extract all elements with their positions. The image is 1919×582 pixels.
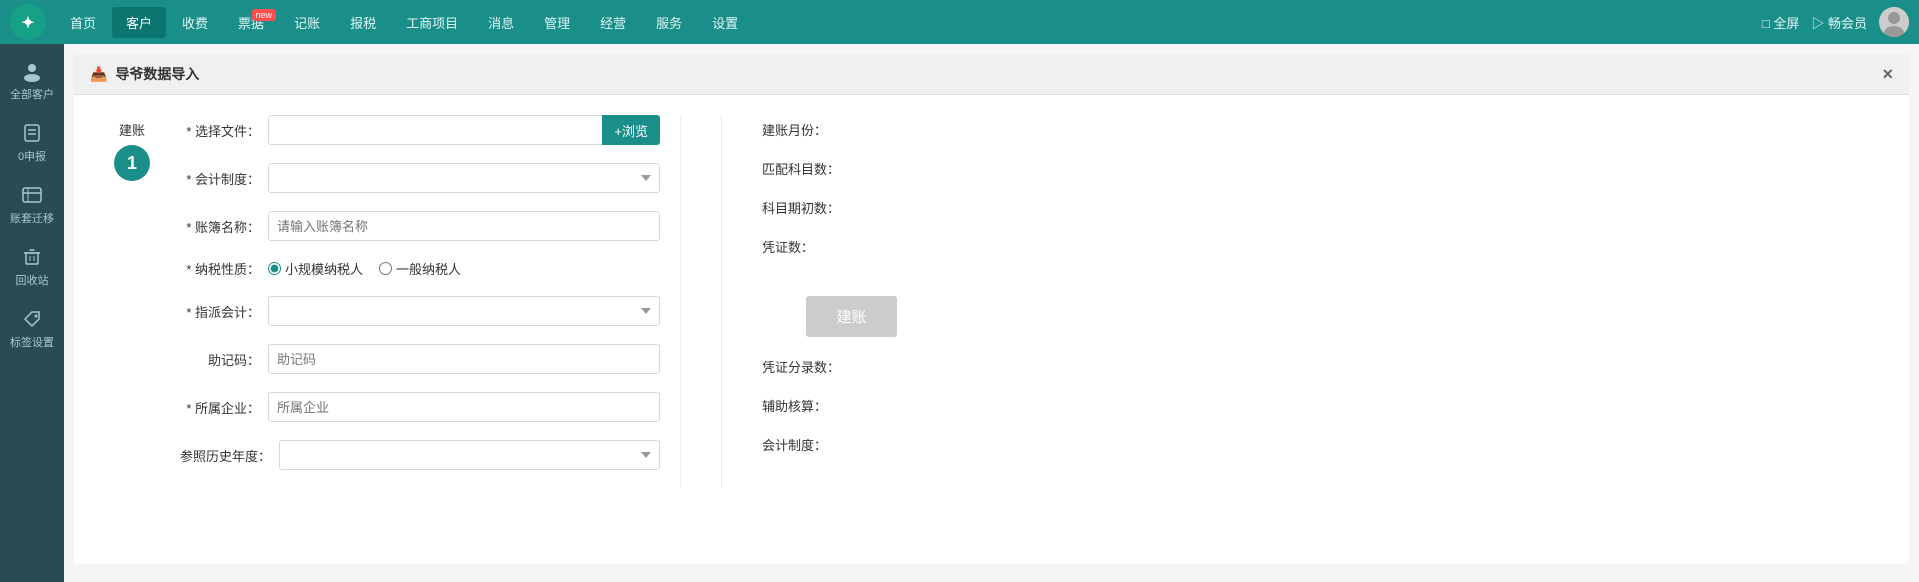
- small-taxpayer-option[interactable]: 小规模纳税人: [268, 259, 363, 278]
- file-label: * 选择文件：: [180, 121, 260, 140]
- info-section: 建账月份： 匹配科目数： 科目期初数： 凭证数：: [721, 115, 941, 488]
- info-initial-balance-row: 科目期初数：: [762, 198, 941, 217]
- panel: 📥 导爷数据导入 × 建账 1 * 选择文件： +浏览: [74, 54, 1909, 564]
- info-voucher-entries-label: 凭证分录数：: [762, 357, 842, 376]
- customers-icon: [21, 60, 43, 82]
- sidebar-item-all-customers[interactable]: 全部客户: [0, 52, 64, 110]
- panel-close-button[interactable]: ×: [1882, 64, 1893, 85]
- sidebar-item-declaration[interactable]: 0申报: [0, 114, 64, 172]
- recycle-icon: [21, 246, 43, 268]
- form-section: * 选择文件： +浏览 * 会计制度： 小企业会计准则 企业会计准则: [180, 115, 660, 488]
- nav-tax[interactable]: 报税: [336, 7, 390, 38]
- panel-header: 📥 导爷数据导入 ×: [74, 54, 1909, 95]
- small-taxpayer-radio[interactable]: [268, 262, 281, 275]
- build-account-button[interactable]: 建账: [806, 296, 896, 337]
- ledger-name-row: * 账簿名称：: [180, 211, 660, 241]
- tags-icon: [21, 308, 43, 330]
- info-month-row: 建账月份：: [762, 120, 941, 139]
- accountant-label: * 指派会计：: [180, 302, 260, 321]
- layout: 全部客户 0申报 账套迁移 回收站 标签设置: [0, 44, 1919, 582]
- sidebar-item-recycle[interactable]: 回收站: [0, 238, 64, 296]
- step-label: 建账: [119, 120, 145, 139]
- tax-type-label: * 纳税性质：: [180, 259, 260, 278]
- history-year-row: 参照历史年度：: [180, 440, 660, 470]
- sidebar-recycle-label: 回收站: [16, 272, 49, 288]
- nav-messages[interactable]: 消息: [474, 7, 528, 38]
- panel-body: 建账 1 * 选择文件： +浏览 * 会计制度：: [74, 95, 1909, 508]
- nav-industrial[interactable]: 工商项目: [392, 7, 472, 38]
- step-number: 1: [114, 145, 150, 181]
- history-year-select[interactable]: [279, 440, 660, 470]
- company-row: * 所属企业：: [180, 392, 660, 422]
- info-aux-account-label: 辅助核算：: [762, 396, 842, 415]
- nav-bookkeeping[interactable]: 记账: [280, 7, 334, 38]
- top-nav: ✦ 首页 客户 收费 票据 new 记账 报税 工商项目 消息 管理 经营 服务…: [0, 0, 1919, 44]
- sidebar: 全部客户 0申报 账套迁移 回收站 标签设置: [0, 44, 64, 582]
- ledger-name-input[interactable]: [268, 211, 660, 241]
- file-input-group: +浏览: [268, 115, 660, 145]
- sidebar-declaration-label: 0申报: [18, 148, 46, 164]
- nav-fees[interactable]: 收费: [168, 7, 222, 38]
- new-badge: new: [252, 9, 277, 21]
- browse-button[interactable]: +浏览: [602, 115, 660, 145]
- accountant-row: * 指派会计：: [180, 296, 660, 326]
- avatar[interactable]: [1879, 7, 1909, 37]
- sidebar-item-migration[interactable]: 账套迁移: [0, 176, 64, 234]
- info-match-subjects-label: 匹配科目数：: [762, 159, 842, 178]
- nav-settings[interactable]: 设置: [698, 7, 752, 38]
- info-aux-account-row: 辅助核算：: [762, 396, 941, 415]
- sidebar-item-tags[interactable]: 标签设置: [0, 300, 64, 358]
- tax-type-row: * 纳税性质： 小规模纳税人 一般纳税人: [180, 259, 660, 278]
- nav-customers[interactable]: 客户: [112, 7, 166, 38]
- info-match-subjects-row: 匹配科目数：: [762, 159, 941, 178]
- info-accounting-system-label: 会计制度：: [762, 435, 842, 454]
- info-voucher-row: 凭证数：: [762, 237, 941, 256]
- nav-operations[interactable]: 经营: [586, 7, 640, 38]
- vertical-divider: [680, 115, 681, 488]
- history-year-label: 参照历史年度：: [180, 446, 271, 465]
- svg-text:✦: ✦: [21, 15, 34, 32]
- nav-items: 首页 客户 收费 票据 new 记账 报税 工商项目 消息 管理 经营 服务 设…: [56, 7, 1762, 38]
- file-select-row: * 选择文件： +浏览: [180, 115, 660, 145]
- small-taxpayer-label: 小规模纳税人: [285, 259, 363, 278]
- main-content: 📥 导爷数据导入 × 建账 1 * 选择文件： +浏览: [64, 44, 1919, 582]
- panel-title: 导爷数据导入: [115, 64, 199, 84]
- company-input[interactable]: [268, 392, 660, 422]
- info-voucher-entries-row: 凭证分录数：: [762, 357, 941, 376]
- info-accounting-system-row: 会计制度：: [762, 435, 941, 454]
- nav-services[interactable]: 服务: [642, 7, 696, 38]
- assistant-code-row: 助记码：: [180, 344, 660, 374]
- assistant-code-input[interactable]: [268, 344, 660, 374]
- panel-title-icon: 📥: [90, 66, 107, 83]
- accounting-system-label: * 会计制度：: [180, 169, 260, 188]
- vip-btn[interactable]: ▷ 畅会员: [1811, 13, 1867, 32]
- info-initial-balance-label: 科目期初数：: [762, 198, 842, 217]
- general-taxpayer-option[interactable]: 一般纳税人: [379, 259, 461, 278]
- info-voucher-label: 凭证数：: [762, 237, 842, 256]
- tax-type-radio-group: 小规模纳税人 一般纳税人: [268, 259, 660, 278]
- assistant-code-label: 助记码：: [180, 350, 260, 369]
- top-nav-right: □ 全屏 ▷ 畅会员: [1762, 7, 1909, 37]
- fullscreen-btn[interactable]: □ 全屏: [1762, 13, 1799, 32]
- sidebar-migration-label: 账套迁移: [10, 210, 54, 226]
- sidebar-all-customers-label: 全部客户: [10, 86, 54, 102]
- accounting-system-row: * 会计制度： 小企业会计准则 企业会计准则: [180, 163, 660, 193]
- sidebar-tags-label: 标签设置: [10, 334, 54, 350]
- migration-icon: [21, 184, 43, 206]
- company-label: * 所属企业：: [180, 398, 260, 417]
- general-taxpayer-label: 一般纳税人: [396, 259, 461, 278]
- file-input[interactable]: [268, 115, 602, 145]
- nav-home[interactable]: 首页: [56, 7, 110, 38]
- nav-management[interactable]: 管理: [530, 7, 584, 38]
- nav-bills[interactable]: 票据 new: [224, 7, 278, 38]
- accounting-system-select[interactable]: 小企业会计准则 企业会计准则: [268, 163, 660, 193]
- accountant-select[interactable]: [268, 296, 660, 326]
- general-taxpayer-radio[interactable]: [379, 262, 392, 275]
- info-month-label: 建账月份：: [762, 120, 842, 139]
- declaration-icon: [21, 122, 43, 144]
- ledger-name-label: * 账簿名称：: [180, 217, 260, 236]
- app-logo: ✦: [10, 4, 46, 40]
- step-section: 建账 1: [114, 115, 150, 488]
